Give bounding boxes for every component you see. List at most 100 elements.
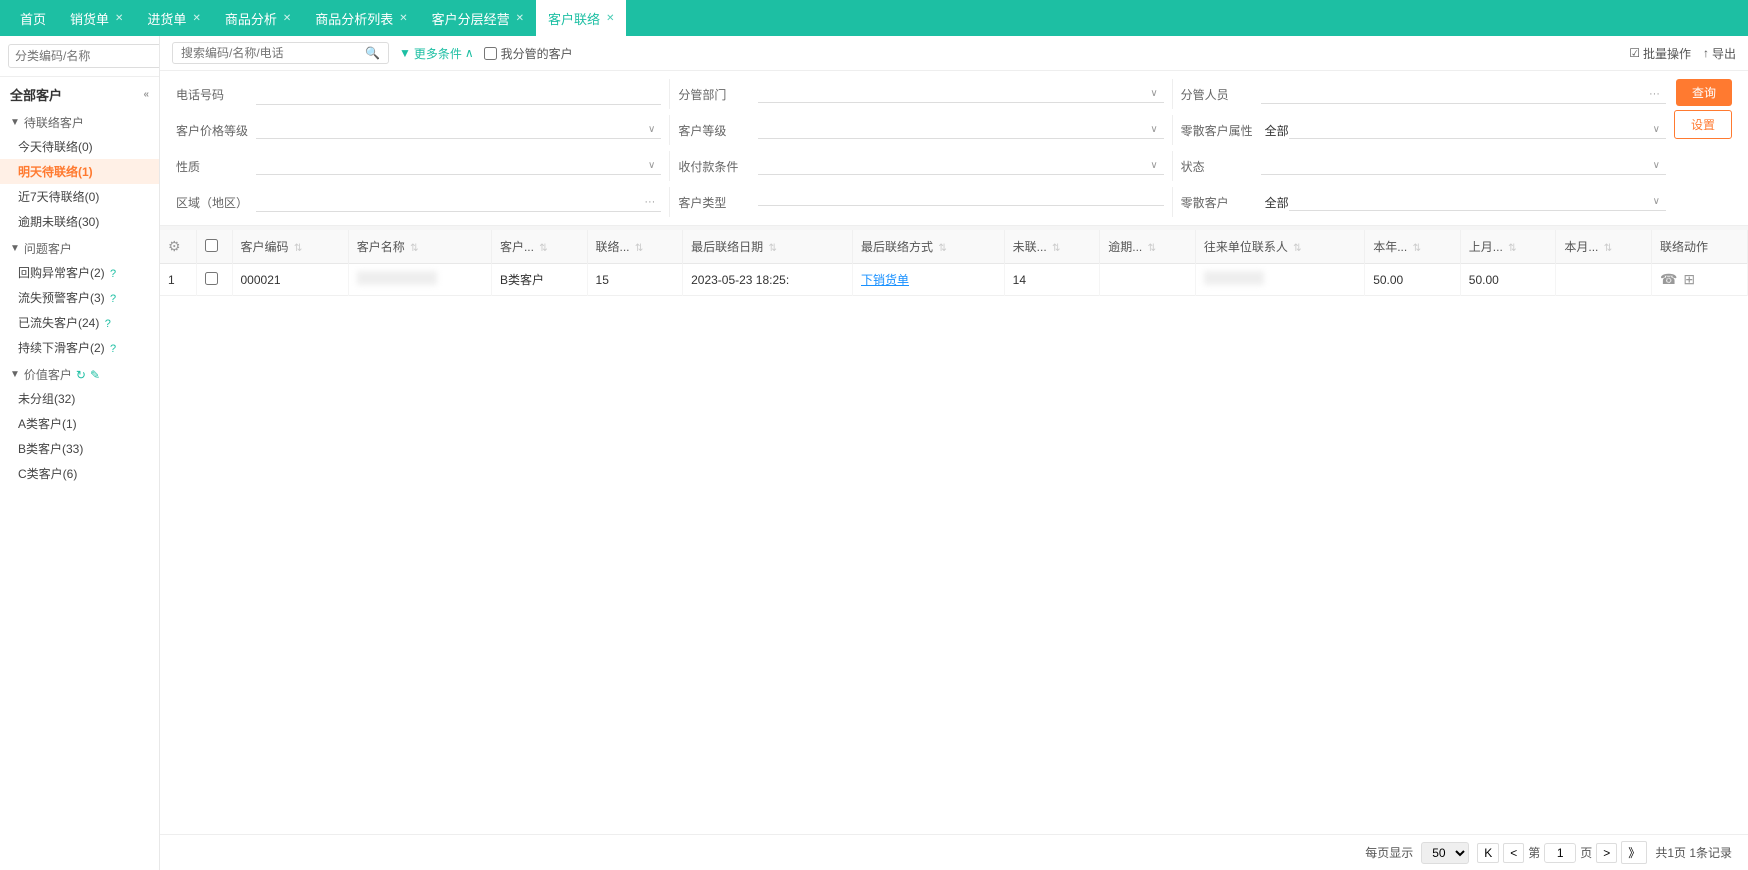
divider — [669, 79, 670, 109]
set-button[interactable]: 设置 — [1674, 110, 1732, 139]
filter-customer-level: 客户等级 ∨ — [678, 121, 1163, 139]
sidebar-item-ungrouped[interactable]: 未分组(32) — [0, 386, 159, 411]
th-code: 客户编码 ⇅ — [232, 230, 348, 264]
status-select[interactable]: ∨ — [1261, 157, 1666, 175]
caret-icon: ∨ — [1150, 124, 1157, 135]
nav-item-analysis-list[interactable]: 商品分析列表 ✕ — [303, 0, 419, 36]
dept-select[interactable]: ∨ — [758, 85, 1163, 103]
sidebar-item-7days[interactable]: 近7天待联络(0) — [0, 184, 159, 209]
th-overdue: 逾期... ⇅ — [1100, 230, 1196, 264]
close-icon[interactable]: ✕ — [283, 13, 291, 24]
help-icon: ? — [110, 293, 116, 305]
th-uncontacted: 未联... ⇅ — [1004, 230, 1100, 264]
my-customers-checkbox-label[interactable]: 我分管的客户 — [484, 45, 573, 62]
person-select[interactable]: ··· — [1261, 85, 1666, 104]
divider — [1172, 79, 1173, 109]
retail-attr-select[interactable]: ∨ — [1289, 121, 1666, 139]
phone-input[interactable] — [256, 84, 661, 105]
divider — [1172, 151, 1173, 181]
phone-action-icon[interactable]: ☎ — [1660, 271, 1677, 288]
close-icon[interactable]: ✕ — [115, 13, 123, 24]
select-all-checkbox[interactable] — [205, 239, 218, 252]
page-size-select[interactable]: 50 — [1421, 842, 1469, 864]
nav-item-sales[interactable]: 销货单 ✕ — [58, 0, 135, 36]
dept-label: 分管部门 — [678, 86, 758, 103]
close-icon[interactable]: ✕ — [192, 13, 200, 24]
top-nav: 首页 销货单 ✕ 进货单 ✕ 商品分析 ✕ 商品分析列表 ✕ 客户分层经营 ✕ … — [0, 0, 1748, 36]
sort-icon: ⇅ — [768, 243, 776, 254]
close-icon[interactable]: ✕ — [399, 13, 407, 24]
td-last-date: 2023-05-23 18:25: — [683, 264, 853, 296]
sidebar-item-churn-warning[interactable]: 流失预警客户(3) ? — [0, 285, 159, 310]
batch-action-button[interactable]: ☑ 批量操作 — [1629, 45, 1691, 62]
filter-panel: 电话号码 分管部门 ∨ 分管人员 — [160, 71, 1748, 226]
nature-select[interactable]: ∨ — [256, 157, 661, 175]
nav-home[interactable]: 首页 — [8, 9, 58, 28]
more-icon: ··· — [644, 196, 655, 208]
sidebar-item-overdue[interactable]: 逾期未联络(30) — [0, 209, 159, 234]
sidebar-item-repurchase-abnormal[interactable]: 回购异常客户(2) ? — [0, 260, 159, 285]
sidebar-item-tomorrow[interactable]: 明天待联络(1) — [0, 159, 159, 184]
sidebar-item-today[interactable]: 今天待联络(0) — [0, 134, 159, 159]
sort-icon: ⇅ — [1413, 243, 1421, 254]
th-contact-count: 联络... ⇅ — [587, 230, 683, 264]
status-label: 状态 — [1181, 158, 1261, 175]
query-button[interactable]: 查询 — [1676, 79, 1732, 106]
search-input[interactable] — [181, 46, 361, 60]
row-checkbox[interactable] — [205, 272, 218, 285]
page-input[interactable] — [1544, 843, 1576, 863]
edit-icon[interactable]: ✎ — [90, 368, 100, 382]
settings-icon[interactable]: ⚙ — [168, 238, 181, 254]
sidebar-item-c-class[interactable]: C类客户(6) — [0, 461, 159, 486]
help-icon: ? — [110, 268, 116, 280]
search-icon[interactable]: 🔍 — [365, 46, 380, 60]
all-customers-header[interactable]: 全部客户 « — [0, 77, 159, 108]
close-icon[interactable]: ✕ — [606, 13, 614, 24]
sidebar-item-declining[interactable]: 持续下滑客户(2) ? — [0, 335, 159, 360]
th-this-month: 本月... ⇅ — [1556, 230, 1652, 264]
my-customers-checkbox[interactable] — [484, 47, 497, 60]
price-level-select[interactable]: ∨ — [256, 121, 661, 139]
customer-level-select[interactable]: ∨ — [758, 121, 1163, 139]
nav-item-customer-contact[interactable]: 客户联络 ✕ — [536, 0, 626, 36]
sort-icon: ⇅ — [1052, 243, 1060, 254]
close-icon[interactable]: ✕ — [516, 13, 524, 24]
total-label: 共1页 1条记录 — [1655, 844, 1732, 861]
batch-icon: ☑ — [1629, 46, 1640, 60]
caret-icon: ∧ — [465, 46, 474, 60]
sort-icon: ⇅ — [635, 243, 643, 254]
filter-payment: 收付款条件 ∨ — [678, 157, 1163, 175]
grid-action-icon[interactable]: ⊞ — [1683, 271, 1695, 288]
region-select[interactable]: ··· — [256, 193, 661, 212]
sidebar-item-churned[interactable]: 已流失客户(24) ? — [0, 310, 159, 335]
last-method-link[interactable]: 下销货单 — [861, 273, 909, 287]
nav-item-analysis[interactable]: 商品分析 ✕ — [213, 0, 303, 36]
td-contact-count: 15 — [587, 264, 683, 296]
sidebar-search-area: 🔍 — [0, 36, 159, 77]
payment-select[interactable]: ∨ — [758, 157, 1163, 175]
sidebar-item-a-class[interactable]: A类客户(1) — [0, 411, 159, 436]
sort-icon: ⇅ — [294, 243, 302, 254]
filter-row-1: 电话号码 分管部门 ∨ 分管人员 — [176, 79, 1666, 109]
th-name: 客户名称 ⇅ — [348, 230, 491, 264]
toolbar: 🔍 ▼ 更多条件 ∧ 我分管的客户 ☑ 批量操作 ↑ 导出 — [160, 36, 1748, 71]
td-index: 1 — [160, 264, 196, 296]
customer-type-select[interactable] — [758, 199, 1163, 206]
retail-attr-value: 全部 — [1265, 122, 1289, 139]
prev-page-button[interactable]: < — [1503, 843, 1524, 863]
first-page-button[interactable]: K — [1477, 843, 1499, 863]
divider — [669, 187, 670, 217]
retail-customer-select[interactable]: ∨ — [1289, 193, 1666, 211]
export-button[interactable]: ↑ 导出 — [1703, 45, 1736, 62]
sidebar-search-input[interactable] — [8, 44, 160, 68]
nav-item-purchase[interactable]: 进货单 ✕ — [135, 0, 212, 36]
refresh-icon[interactable]: ↻ — [76, 368, 86, 382]
last-page-button[interactable]: 》 — [1621, 841, 1647, 864]
nav-item-customer-segment[interactable]: 客户分层经营 ✕ — [420, 0, 536, 36]
collapse-icon[interactable]: « — [143, 89, 149, 100]
sidebar-item-b-class[interactable]: B类客户(33) — [0, 436, 159, 461]
page-nav: K < 第 页 > 》 — [1477, 841, 1647, 864]
customer-type-label: 客户类型 — [678, 194, 758, 211]
next-page-button[interactable]: > — [1596, 843, 1617, 863]
more-filter-button[interactable]: ▼ 更多条件 ∧ — [399, 45, 474, 62]
